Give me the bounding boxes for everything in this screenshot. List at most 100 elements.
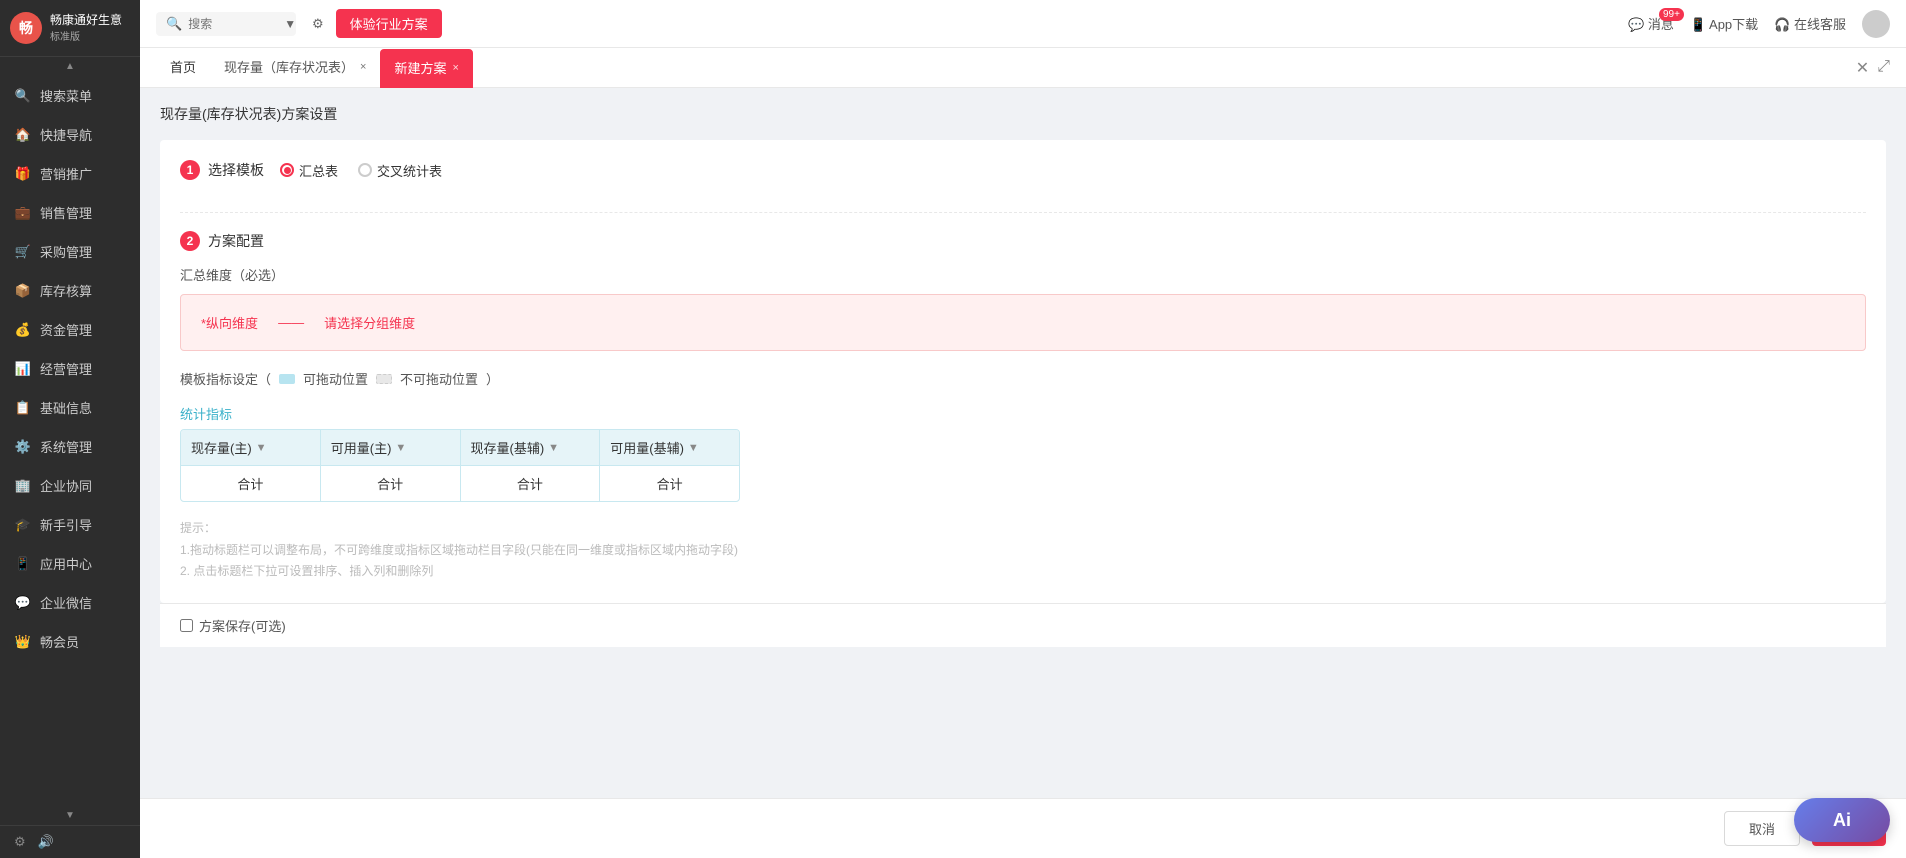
stats-col-cell-3: 合计 (600, 466, 739, 501)
sales-icon: 💼 (14, 204, 32, 222)
stats-col-header-2[interactable]: 现存量(基辅)▼ (461, 430, 601, 465)
tab-new-scheme-close[interactable]: × (452, 62, 458, 74)
dimension-field-label: 汇总维度（必选） (180, 265, 1866, 284)
close-panel-icon[interactable]: ✕ (1856, 58, 1869, 78)
dimension-placeholder[interactable]: 请选择分组维度 (324, 313, 415, 332)
stats-col-header-3[interactable]: 可用量(基辅)▼ (600, 430, 739, 465)
search-box[interactable]: 🔍 ▼ (156, 12, 296, 36)
tab-home[interactable]: 首页 (156, 48, 210, 88)
sidebar-label-basic-info: 基础信息 (40, 398, 92, 417)
tab-inventory-close[interactable]: × (360, 61, 366, 73)
trial-industry-button[interactable]: 体验行业方案 (336, 9, 442, 38)
col-chevron-3[interactable]: ▼ (688, 442, 699, 454)
volume-icon[interactable]: 🔊 (38, 834, 54, 850)
expand-icon[interactable]: ⤢ (1877, 58, 1890, 78)
messages-badge: 99+ (1659, 8, 1684, 21)
tab-inventory[interactable]: 现存量（库存状况表） × (210, 48, 380, 88)
sidebar-item-marketing[interactable]: 🎁营销推广 (0, 154, 140, 193)
sidebar-item-newbie[interactable]: 🎓新手引导 (0, 505, 140, 544)
tab-inventory-label: 现存量（库存状况表） (224, 57, 354, 76)
stats-table-wrapper: 统计指标 现存量(主)▼可用量(主)▼现存量(基辅)▼可用量(基辅)▼ 合计合计… (180, 404, 1866, 502)
mobile-icon: 📱 (1690, 17, 1706, 32)
col-header-label-0: 现存量(主) (191, 438, 252, 457)
online-service[interactable]: 🎧 在线客服 (1774, 14, 1846, 33)
step1-title: 选择模板 (208, 160, 264, 180)
system-icon: ⚙️ (14, 438, 32, 456)
indicators-label: 模板指标设定（ 可拖动位置 不可拖动位置 ） (180, 369, 1866, 388)
col-header-label-2: 现存量(基辅) (471, 438, 545, 457)
sidebar-item-members[interactable]: 👑 畅会员 (0, 622, 140, 661)
sidebar-item-app-center[interactable]: 📱应用中心 (0, 544, 140, 583)
app-download[interactable]: 📱 App下载 (1690, 14, 1758, 33)
sidebar-item-basic-info[interactable]: 📋 基础信息 (0, 388, 140, 427)
search-menu-icon: 🔍 (14, 87, 32, 105)
save-scheme-label: 方案保存(可选) (199, 616, 286, 635)
step2-section: 2 方案配置 汇总维度（必选） *纵向维度 —— 请选择分组维度 模板指标设定（ (180, 231, 1866, 583)
tips-title: 提示： (180, 521, 216, 535)
col-chevron-0[interactable]: ▼ (256, 442, 267, 454)
page-title: 现存量(库存状况表)方案设置 (160, 104, 1886, 124)
step1-number: 1 (180, 160, 200, 180)
ai-label: Ai (1833, 810, 1851, 831)
search-input[interactable] (188, 17, 278, 31)
dimension-area: *纵向维度 —— 请选择分组维度 (180, 294, 1866, 351)
sidebar-item-sales[interactable]: 💼 销售管理 (0, 193, 140, 232)
save-scheme-checkbox-label[interactable]: 方案保存(可选) (180, 616, 286, 635)
tab-new-scheme[interactable]: 新建方案 × (380, 49, 472, 89)
messages-wrap[interactable]: 💬 99+ 消息 (1628, 14, 1674, 33)
topbar-gear-icon[interactable]: ⚙ (312, 16, 324, 32)
user-avatar[interactable] (1862, 10, 1890, 38)
sidebar-label-purchase: 采购管理 (40, 242, 92, 261)
wechat-icon: 💬 (14, 594, 32, 612)
sidebar-item-inventory[interactable]: 📦库存核算 (0, 271, 140, 310)
indicators-draggable-label: 可拖动位置 (303, 369, 368, 388)
sidebar-label-sales: 销售管理 (40, 203, 92, 222)
template-radio-group: 汇总表 交叉统计表 (280, 161, 442, 180)
logo-text: 畅康通好生意 标准版 (50, 13, 122, 44)
settings-icon[interactable]: ⚙ (14, 834, 26, 850)
main-content: 现存量(库存状况表)方案设置 1 选择模板 汇总表 交叉统计表 (140, 88, 1906, 858)
step2-title: 方案配置 (208, 231, 264, 251)
topbar: 🔍 ▼ ⚙ 体验行业方案 💬 99+ 消息 📱 App下载 🎧 在线客服 (140, 0, 1906, 48)
draggable-badge (279, 374, 295, 384)
search-icon: 🔍 (166, 16, 182, 32)
sidebar-label-app-center: 应用中心 (40, 554, 92, 573)
app-download-label: App下载 (1709, 17, 1758, 32)
indicators-suffix: ） (486, 369, 499, 388)
sidebar-scroll-up[interactable]: ▲ (0, 57, 140, 76)
radio-cross-table[interactable]: 交叉统计表 (358, 161, 442, 180)
sidebar-item-enterprise[interactable]: 🏢企业协同 (0, 466, 140, 505)
sidebar-scroll-down[interactable]: ▼ (0, 806, 140, 825)
sidebar-item-search-menu[interactable]: 🔍搜索菜单 (0, 76, 140, 115)
fixed-badge (376, 374, 392, 384)
sidebar-item-system[interactable]: ⚙️系统管理 (0, 427, 140, 466)
col-chevron-1[interactable]: ▼ (395, 442, 406, 454)
stats-col-cell-2: 合计 (461, 466, 601, 501)
basic-info-icon: 📋 (14, 399, 32, 417)
sidebar-logo: 畅 畅康通好生意 标准版 (0, 0, 140, 57)
ai-bubble[interactable]: Ai (1794, 798, 1890, 842)
sidebar-item-operations[interactable]: 📊 经营管理 (0, 349, 140, 388)
stats-col-header-0[interactable]: 现存量(主) ▼ (181, 430, 321, 465)
radio-cross-dot (358, 163, 372, 177)
radio-summary-label: 汇总表 (299, 161, 338, 180)
sidebar-item-purchase[interactable]: 🛒采购管理 (0, 232, 140, 271)
sidebar-label-operations: 经营管理 (40, 359, 92, 378)
logo-icon: 畅 (10, 12, 42, 44)
sidebar-item-quick-nav[interactable]: 🏠快捷导航 (0, 115, 140, 154)
sidebar-label-members: 畅会员 (40, 632, 79, 651)
search-dropdown-icon[interactable]: ▼ (284, 17, 296, 31)
col-chevron-2[interactable]: ▼ (548, 442, 559, 454)
stats-col-header-1[interactable]: 可用量(主)▼ (321, 430, 461, 465)
sidebar-item-finance[interactable]: 💰资金管理 (0, 310, 140, 349)
operations-icon: 📊 (14, 360, 32, 378)
step2-number: 2 (180, 231, 200, 251)
radio-summary-table[interactable]: 汇总表 (280, 161, 338, 180)
sidebar-label-inventory: 库存核算 (40, 281, 92, 300)
tip-1: 1.拖动标题栏可以调整布局，不可跨维度或指标区域拖动栏目字段(只能在同一维度或指… (180, 540, 1866, 562)
save-scheme-checkbox[interactable] (180, 619, 193, 632)
sidebar-item-wechat[interactable]: 💬企业微信 (0, 583, 140, 622)
cancel-button[interactable]: 取消 (1724, 811, 1800, 846)
members-icon: 👑 (14, 633, 32, 651)
stats-table: 现存量(主)▼可用量(主)▼现存量(基辅)▼可用量(基辅)▼ 合计合计合计合计 (180, 429, 740, 502)
